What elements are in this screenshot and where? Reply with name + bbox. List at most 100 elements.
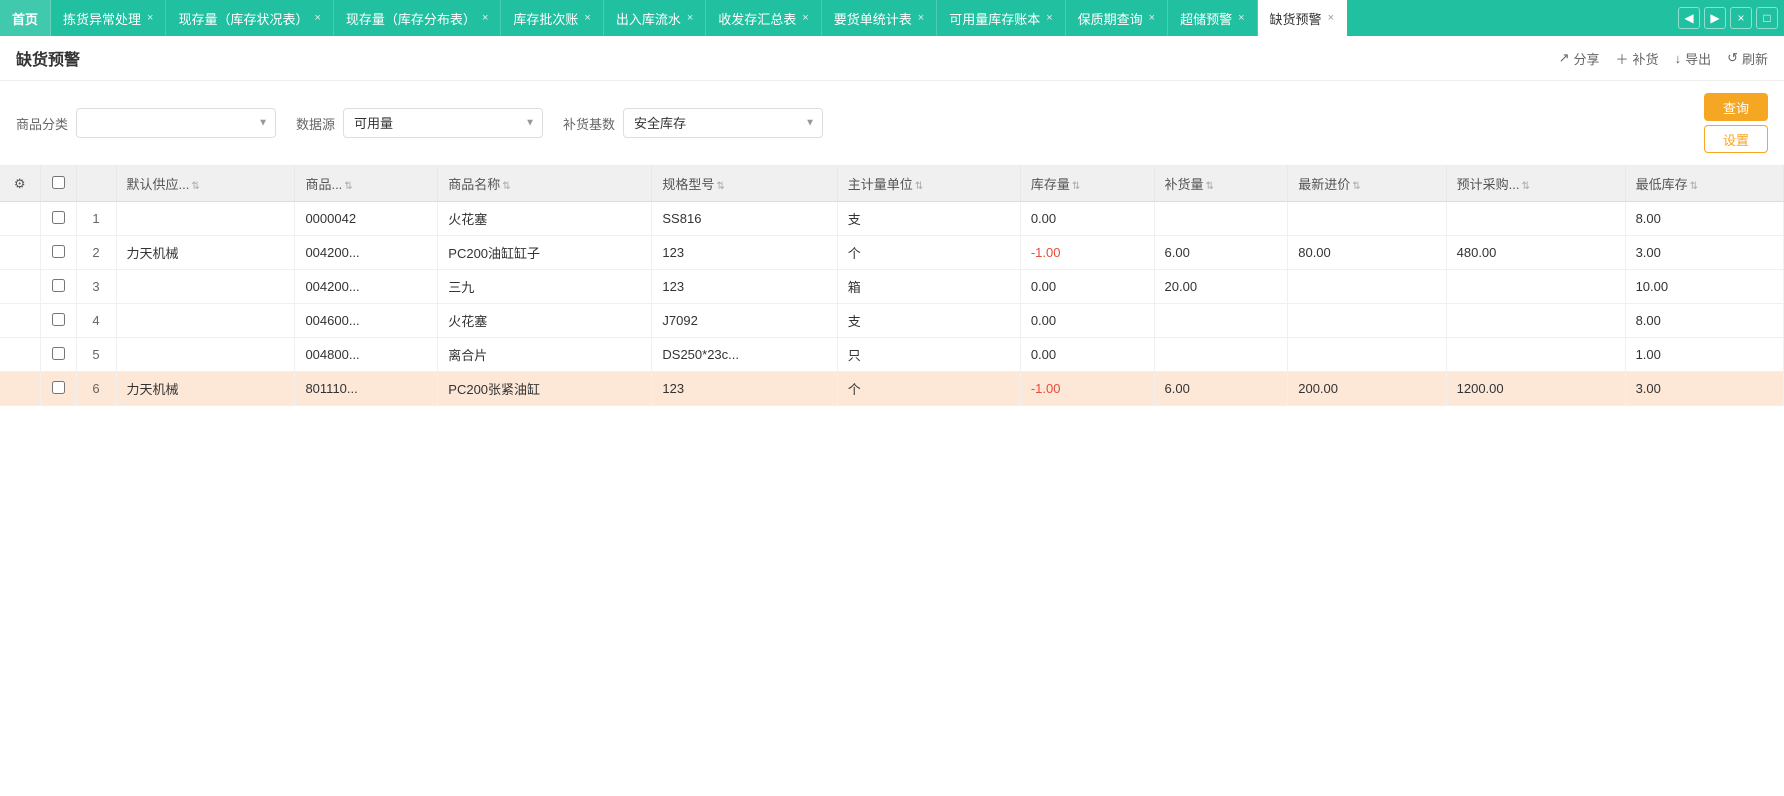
col-spec-header[interactable]: 规格型号⇅ [652, 166, 837, 202]
tab-inventory-dist[interactable]: 现存量（库存分布表） × [334, 0, 501, 36]
tab-shortage[interactable]: 缺货预警× [1258, 0, 1347, 36]
tab-close-inventory-status[interactable]: × [314, 12, 320, 24]
tab-close-overstock[interactable]: × [1238, 12, 1244, 24]
row-supplier: 力天机械 [116, 372, 295, 406]
tab-close-inout-flow[interactable]: × [687, 12, 693, 24]
tab-maximize[interactable]: □ [1756, 7, 1778, 29]
settings-button[interactable]: 设置 [1704, 125, 1768, 153]
row-checkbox[interactable] [52, 245, 65, 258]
filter-row: 商品分类 数据源 可用量 库存量 补货基数 安全库存 最低库存 [0, 81, 1784, 166]
col-est-purchase-header[interactable]: 预计采购...⇅ [1446, 166, 1625, 202]
row-replenish-qty: 6.00 [1154, 372, 1288, 406]
tab-label: 可用量库存账本 [949, 9, 1040, 28]
row-spec: 123 [652, 236, 837, 270]
tab-close-shortage[interactable]: × [1328, 12, 1334, 24]
row-checkbox[interactable] [52, 347, 65, 360]
table-row: 3 004200... 三九 123 箱 0.00 20.00 10.00 [0, 270, 1784, 304]
row-latest-price [1288, 202, 1446, 236]
page-title: 缺货预警 [16, 46, 80, 70]
row-code: 801110... [295, 372, 438, 406]
row-latest-price: 200.00 [1288, 372, 1446, 406]
row-replenish-qty [1154, 304, 1288, 338]
row-min-stock: 8.00 [1625, 202, 1783, 236]
tab-close-batch-account[interactable]: × [584, 12, 590, 24]
tab-overstock[interactable]: 超储预警× [1168, 0, 1257, 36]
col-code-header[interactable]: 商品...⇅ [295, 166, 438, 202]
row-checkbox[interactable] [52, 279, 65, 292]
row-spec: SS816 [652, 202, 837, 236]
tab-expiry-query[interactable]: 保质期查询× [1066, 0, 1168, 36]
tab-batch-account[interactable]: 库存批次账× [501, 0, 603, 36]
col-replenish-header[interactable]: 补货量⇅ [1154, 166, 1288, 202]
col-latest-price-header[interactable]: 最新进价⇅ [1288, 166, 1446, 202]
row-est-purchase [1446, 270, 1625, 304]
row-min-stock: 10.00 [1625, 270, 1783, 304]
tab-close-abnormal[interactable]: × [147, 12, 153, 24]
tab-close-inventory-dist[interactable]: × [482, 12, 488, 24]
tab-close-all[interactable]: × [1730, 7, 1752, 29]
table-row: 1 0000042 火花塞 SS816 支 0.00 8.00 [0, 202, 1784, 236]
export-button[interactable]: ↓ 导出 [1675, 49, 1712, 68]
select-all-checkbox[interactable] [52, 176, 65, 189]
replenish-basis-select[interactable]: 安全库存 最低库存 [623, 108, 823, 138]
row-replenish-qty: 20.00 [1154, 270, 1288, 304]
row-stock: -1.00 [1020, 372, 1154, 406]
row-unit: 箱 [837, 270, 1020, 304]
row-replenish-qty [1154, 202, 1288, 236]
tab-inventory-status[interactable]: 现存量（库存状况表） × [166, 0, 333, 36]
col-stock-header[interactable]: 库存量⇅ [1020, 166, 1154, 202]
col-min-stock-header[interactable]: 最低库存⇅ [1625, 166, 1783, 202]
refresh-button[interactable]: ↺ 刷新 [1727, 49, 1768, 68]
tab-nav-right[interactable]: ▶ [1704, 7, 1726, 29]
row-checkbox-cell[interactable] [40, 304, 76, 338]
datasource-select[interactable]: 可用量 库存量 [343, 108, 543, 138]
tab-order-stat[interactable]: 要货单统计表× [822, 0, 937, 36]
row-gear-cell [0, 202, 40, 236]
row-min-stock: 8.00 [1625, 304, 1783, 338]
col-check-header[interactable] [40, 166, 76, 202]
tab-close-order-stat[interactable]: × [918, 12, 924, 24]
query-button[interactable]: 查询 [1704, 93, 1768, 121]
tab-inout-flow[interactable]: 出入库流水× [604, 0, 706, 36]
row-name: 火花塞 [438, 304, 652, 338]
row-checkbox-cell[interactable] [40, 338, 76, 372]
tab-available-ledger[interactable]: 可用量库存账本 × [937, 0, 1065, 36]
tab-nav-left[interactable]: ◀ [1678, 7, 1700, 29]
row-gear-cell [0, 372, 40, 406]
row-min-stock: 3.00 [1625, 236, 1783, 270]
row-checkbox-cell[interactable] [40, 202, 76, 236]
share-button[interactable]: ↗ 分享 [1559, 49, 1600, 68]
row-checkbox-cell[interactable] [40, 372, 76, 406]
col-name-header[interactable]: 商品名称⇅ [438, 166, 652, 202]
row-name: 三九 [438, 270, 652, 304]
row-replenish-qty: 6.00 [1154, 236, 1288, 270]
row-code: 004800... [295, 338, 438, 372]
row-supplier [116, 202, 295, 236]
row-gear-cell [0, 236, 40, 270]
col-unit-header[interactable]: 主计量单位⇅ [837, 166, 1020, 202]
tab-home[interactable]: 首页 [0, 0, 51, 36]
row-checkbox-cell[interactable] [40, 236, 76, 270]
row-checkbox[interactable] [52, 381, 65, 394]
table-row: 2 力天机械 004200... PC200油缸缸子 123 个 -1.00 6… [0, 236, 1784, 270]
tab-label: 现存量（库存分布表） [346, 9, 476, 28]
row-seq: 6 [76, 372, 116, 406]
row-checkbox[interactable] [52, 313, 65, 326]
table-wrap: ⚙ 默认供应...⇅ 商品...⇅ 商品名称⇅ 规格型号⇅ 主计量单位⇅ 库存量… [0, 166, 1784, 796]
tab-close-receive-summary[interactable]: × [802, 12, 808, 24]
col-supplier-header[interactable]: 默认供应...⇅ [116, 166, 295, 202]
category-select[interactable] [76, 108, 276, 138]
tab-close-expiry-query[interactable]: × [1149, 12, 1155, 24]
replenish-button[interactable]: ＋ 补货 [1616, 49, 1659, 68]
tab-abnormal[interactable]: 拣货异常处理× [51, 0, 166, 36]
row-unit: 个 [837, 372, 1020, 406]
tab-bar: 首页拣货异常处理×现存量（库存状况表）×现存量（库存分布表）×库存批次账×出入库… [0, 0, 1784, 36]
tab-nav-buttons: ◀ ▶ × □ [1672, 7, 1784, 29]
row-checkbox[interactable] [52, 211, 65, 224]
tab-label: 现存量（库存状况表） [178, 9, 308, 28]
tab-receive-summary[interactable]: 收发存汇总表× [706, 0, 821, 36]
row-seq: 3 [76, 270, 116, 304]
tab-close-available-ledger[interactable]: × [1046, 12, 1052, 24]
row-checkbox-cell[interactable] [40, 270, 76, 304]
col-gear-header[interactable]: ⚙ [0, 166, 40, 202]
